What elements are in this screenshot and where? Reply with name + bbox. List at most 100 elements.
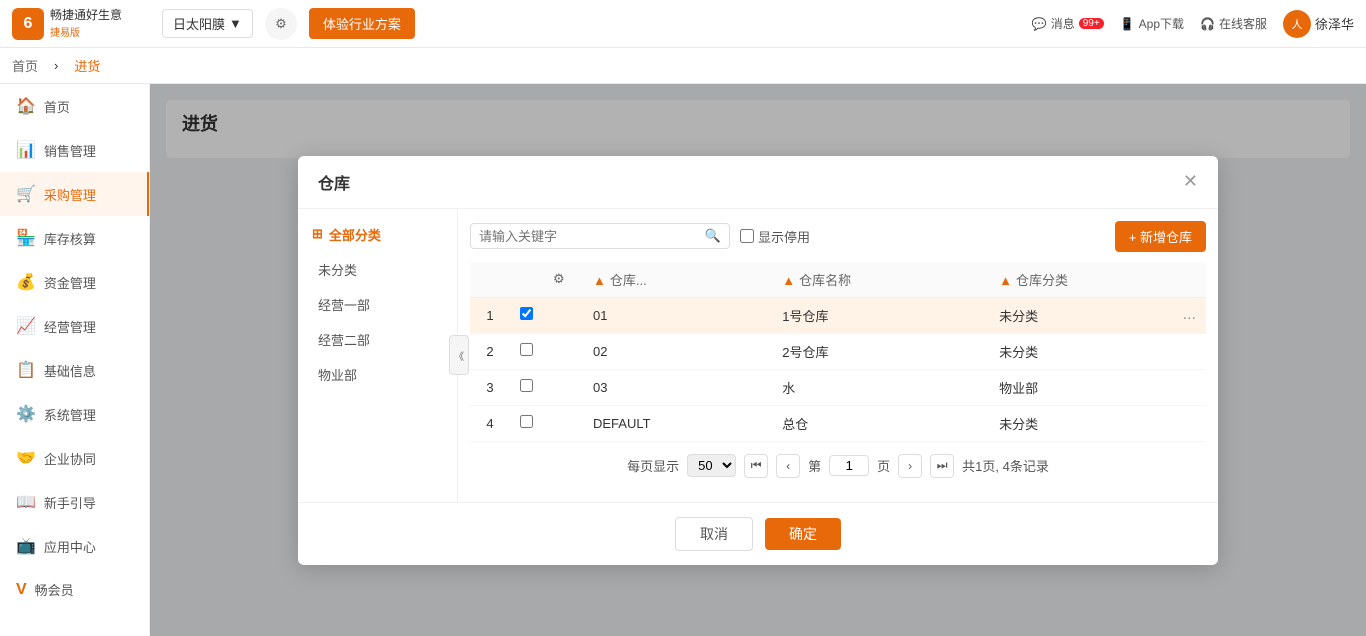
cat-item-property[interactable]: 物业部 xyxy=(298,357,457,392)
cell-name: 2号仓库 xyxy=(772,333,989,369)
page-number-input[interactable] xyxy=(829,455,869,476)
sub-header: 首页 › 进货 xyxy=(0,48,1366,84)
sidebar-item-basic-info[interactable]: 📋 基础信息 xyxy=(0,348,149,392)
cat-all-header[interactable]: ⊞ 全部分类 xyxy=(298,217,457,252)
more-options[interactable]: ... xyxy=(1183,306,1196,324)
top-header: 6 畅捷通好生意 捷易版 日太阳膜 ▼ ⚙ 体验行业方案 💬 消息 99+ 📱 … xyxy=(0,0,1366,48)
cell-checkbox[interactable] xyxy=(510,333,543,369)
cell-checkbox[interactable] xyxy=(510,297,543,333)
page-first-button[interactable]: ⏮ xyxy=(744,454,768,478)
table-row[interactable]: 1 01 1号仓库 未分类... xyxy=(470,297,1206,333)
cat-item-ops1[interactable]: 经营一部 xyxy=(298,287,457,322)
modal-title: 仓库 xyxy=(318,170,350,194)
table-toolbar: 🔍 显示停用 + 新增仓库 xyxy=(470,221,1206,252)
ops-icon: 📈 xyxy=(16,316,36,336)
cell-gear xyxy=(543,333,583,369)
trial-button[interactable]: 体验行业方案 xyxy=(309,8,415,39)
cell-checkbox[interactable] xyxy=(510,369,543,405)
cell-checkbox[interactable] xyxy=(510,405,543,441)
inventory-icon: 🏪 xyxy=(16,228,36,248)
table-row[interactable]: 3 03 水 物业部 xyxy=(470,369,1206,405)
cell-num: 4 xyxy=(470,405,510,441)
show-disabled-label: 显示停用 xyxy=(740,227,810,246)
sidebar: 🏠 首页 📊 销售管理 🛒 采购管理 🏪 库存核算 💰 资金管理 📈 经营管理 … xyxy=(0,84,150,636)
sidebar-item-apps[interactable]: 📺 应用中心 xyxy=(0,524,149,568)
grid-icon: ⊞ xyxy=(312,226,323,242)
headset-icon: 🎧 xyxy=(1200,17,1215,31)
vip-icon: V xyxy=(16,581,27,599)
cell-num: 3 xyxy=(470,369,510,405)
cell-code: 02 xyxy=(583,333,772,369)
col-checkbox xyxy=(510,262,543,298)
modal-footer: 取消 确定 xyxy=(298,502,1218,565)
cell-code: 01 xyxy=(583,297,772,333)
system-icon: ⚙️ xyxy=(16,404,36,424)
col-name: ▲仓库名称 xyxy=(772,262,989,298)
table-panel: 🔍 显示停用 + 新增仓库 xyxy=(458,209,1218,502)
cell-gear xyxy=(543,369,583,405)
purchase-icon: 🛒 xyxy=(16,184,36,204)
sidebar-item-finance[interactable]: 💰 资金管理 xyxy=(0,260,149,304)
home-icon: 🏠 xyxy=(16,96,36,116)
search-box: 🔍 xyxy=(470,223,730,249)
cell-code: DEFAULT xyxy=(583,405,772,441)
cell-gear xyxy=(543,297,583,333)
collapse-panel-button[interactable]: 《 xyxy=(449,335,469,375)
sidebar-item-vip[interactable]: V 畅会员 xyxy=(0,568,149,611)
search-input[interactable] xyxy=(479,229,699,244)
page-next-button[interactable]: › xyxy=(898,454,922,478)
message-icon: 💬 xyxy=(1032,17,1047,31)
header-middle: 日太阳膜 ▼ ⚙ 体验行业方案 xyxy=(162,8,1032,40)
store-selector[interactable]: 日太阳膜 ▼ xyxy=(162,9,253,38)
pagination: 每页显示 50 ⏮ ‹ 第 页 › ⏭ 共1页, 4条记录 xyxy=(470,442,1206,490)
add-warehouse-button[interactable]: + 新增仓库 xyxy=(1115,221,1206,252)
sidebar-item-enterprise[interactable]: 🤝 企业协同 xyxy=(0,436,149,480)
main-layout: 🏠 首页 📊 销售管理 🛒 采购管理 🏪 库存核算 💰 资金管理 📈 经营管理 … xyxy=(0,84,1366,636)
sidebar-item-guide[interactable]: 📖 新手引导 xyxy=(0,480,149,524)
sidebar-item-operations[interactable]: 📈 经营管理 xyxy=(0,304,149,348)
cell-gear xyxy=(543,405,583,441)
cat-item-unclassified[interactable]: 未分类 xyxy=(298,252,457,287)
cell-name: 总仓 xyxy=(772,405,989,441)
cell-code: 03 xyxy=(583,369,772,405)
cancel-button[interactable]: 取消 xyxy=(675,517,753,551)
sidebar-item-home[interactable]: 🏠 首页 xyxy=(0,84,149,128)
cell-num: 2 xyxy=(470,333,510,369)
online-service-action[interactable]: 🎧 在线客服 xyxy=(1200,15,1267,32)
app-download-action[interactable]: 📱 App下载 xyxy=(1120,15,1184,32)
col-code: ▲仓库... xyxy=(583,262,772,298)
table-header-row: ⚙ ▲仓库... ▲仓库名称 ▲仓库分类 xyxy=(470,262,1206,298)
show-disabled-checkbox[interactable] xyxy=(740,229,754,243)
settings-button[interactable]: ⚙ xyxy=(265,8,297,40)
modal-body: ⊞ 全部分类 未分类 经营一部 经营二部 物业部 《 xyxy=(298,209,1218,502)
sidebar-item-sales[interactable]: 📊 销售管理 xyxy=(0,128,149,172)
sidebar-item-system[interactable]: ⚙️ 系统管理 xyxy=(0,392,149,436)
cell-category: 未分类 xyxy=(989,405,1206,441)
info-icon: 📋 xyxy=(16,360,36,380)
page-last-button[interactable]: ⏭ xyxy=(930,454,954,478)
logo-text: 畅捷通好生意 捷易版 xyxy=(50,8,122,39)
confirm-button[interactable]: 确定 xyxy=(765,518,841,550)
logo-icon: 6 xyxy=(12,8,44,40)
cell-category: 物业部 xyxy=(989,369,1206,405)
user-info[interactable]: 人 徐泽华 xyxy=(1283,10,1354,38)
page-prev-button[interactable]: ‹ xyxy=(776,454,800,478)
enterprise-icon: 🤝 xyxy=(16,448,36,468)
table-row[interactable]: 4 DEFAULT 总仓 未分类 xyxy=(470,405,1206,441)
sidebar-item-purchase[interactable]: 🛒 采购管理 xyxy=(0,172,149,216)
guide-icon: 📖 xyxy=(16,492,36,512)
breadcrumb-home[interactable]: 首页 xyxy=(12,56,38,75)
message-action[interactable]: 💬 消息 99+ xyxy=(1032,15,1104,32)
page-size-select[interactable]: 50 xyxy=(687,454,736,477)
apps-icon: 📺 xyxy=(16,536,36,556)
mobile-icon: 📱 xyxy=(1120,17,1135,31)
col-category: ▲仓库分类 xyxy=(989,262,1206,298)
sidebar-item-inventory[interactable]: 🏪 库存核算 xyxy=(0,216,149,260)
table-row[interactable]: 2 02 2号仓库 未分类 xyxy=(470,333,1206,369)
cell-category: 未分类 xyxy=(989,333,1206,369)
content-area: 进货 仓库 ✕ ⊞ 全部分类 未分类 xyxy=(150,84,1366,636)
modal-overlay: 仓库 ✕ ⊞ 全部分类 未分类 经营一部 经营二部 物业部 xyxy=(150,84,1366,636)
search-icon: 🔍 xyxy=(705,228,721,244)
cat-item-ops2[interactable]: 经营二部 xyxy=(298,322,457,357)
modal-close-button[interactable]: ✕ xyxy=(1183,171,1198,192)
